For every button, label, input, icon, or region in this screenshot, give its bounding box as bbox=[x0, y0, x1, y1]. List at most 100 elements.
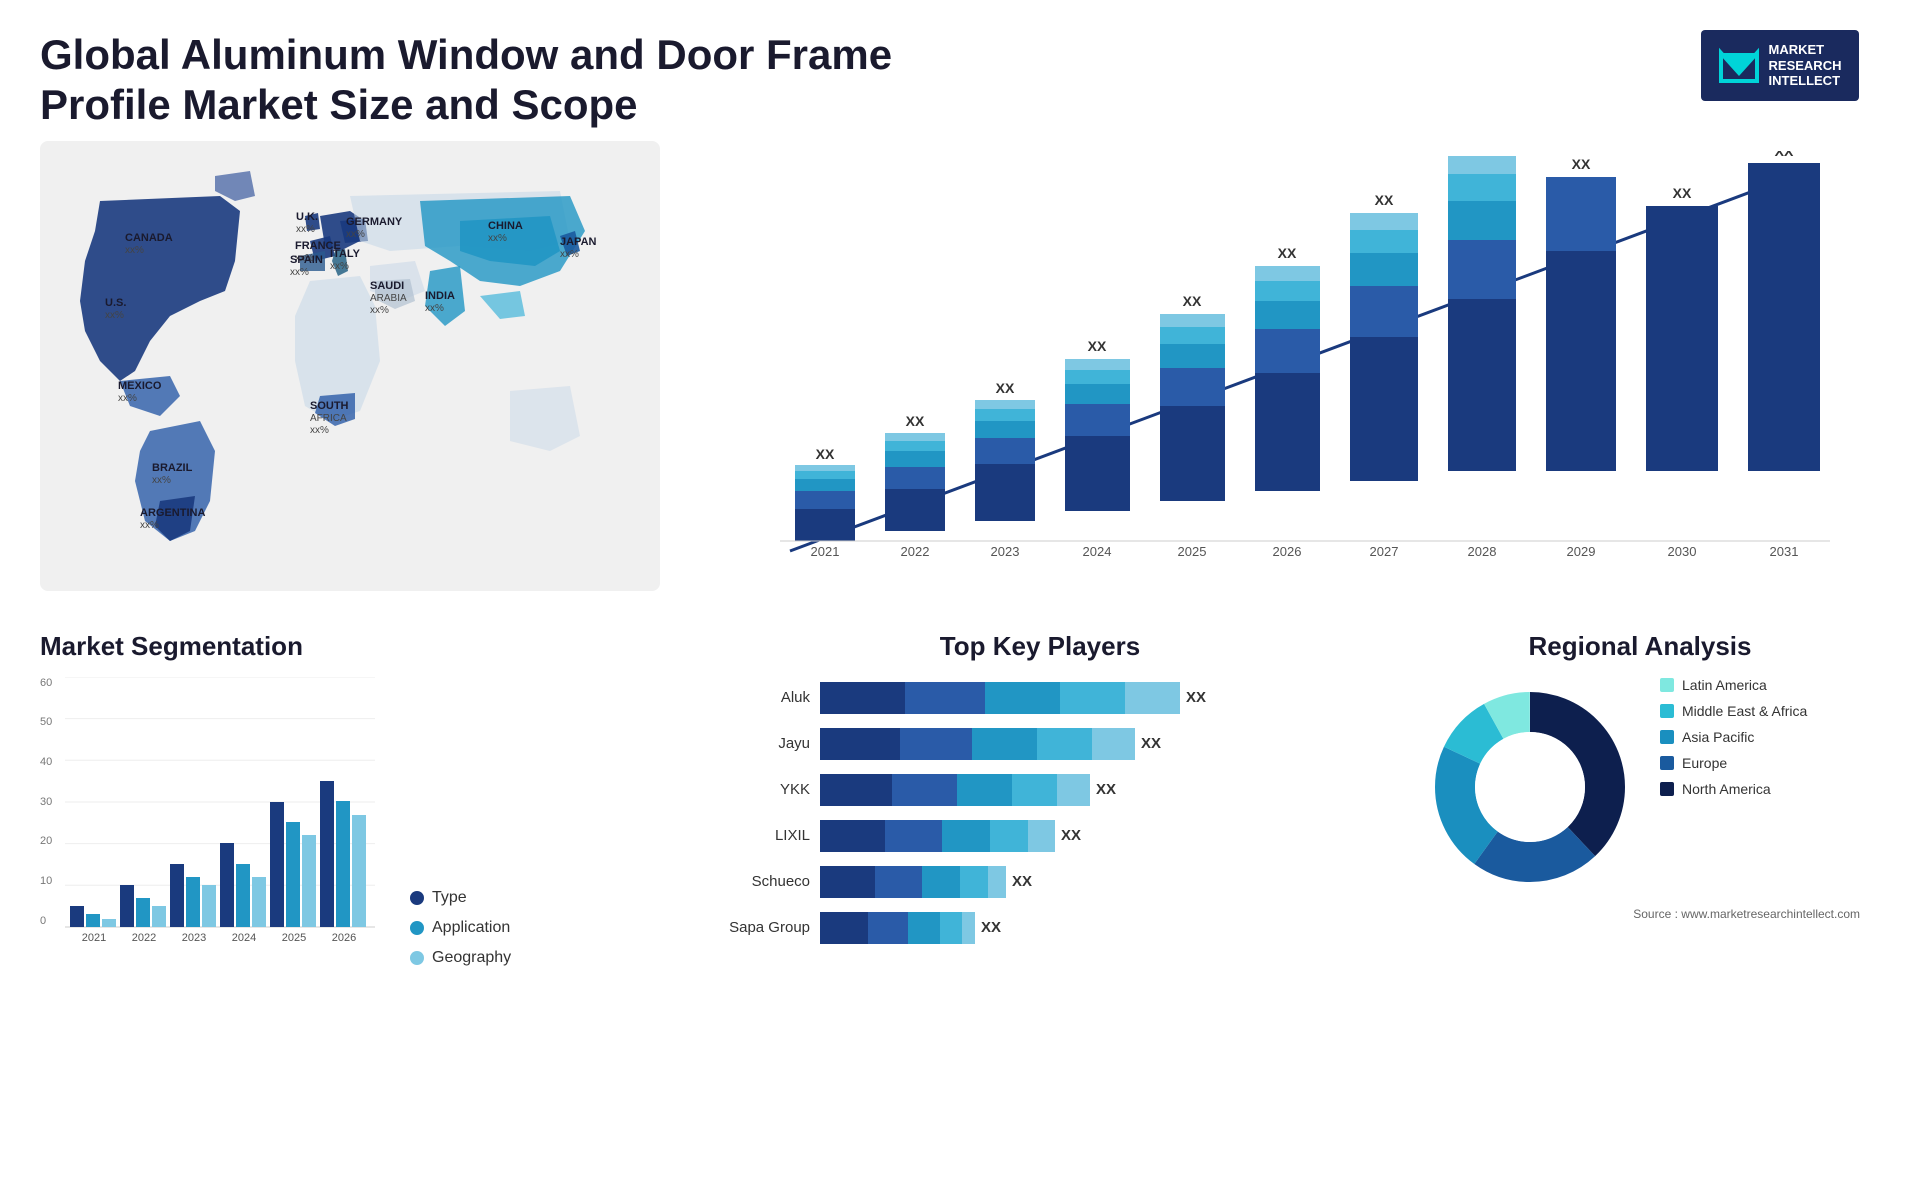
svg-text:xx%: xx% bbox=[560, 249, 579, 260]
svg-text:2022: 2022 bbox=[132, 932, 156, 944]
legend-asia-pacific: Asia Pacific bbox=[1660, 729, 1807, 745]
svg-text:ARABIA: ARABIA bbox=[370, 293, 407, 304]
svg-text:2025: 2025 bbox=[1178, 544, 1207, 559]
svg-text:xx%: xx% bbox=[310, 425, 329, 436]
svg-text:2031: 2031 bbox=[1770, 544, 1799, 559]
svg-text:SAUDI: SAUDI bbox=[370, 280, 404, 292]
segmentation-legend: Type Application Geography bbox=[400, 889, 511, 967]
legend-dot-application bbox=[410, 921, 424, 935]
svg-text:XX: XX bbox=[1278, 245, 1297, 261]
svg-text:XX: XX bbox=[1673, 185, 1692, 201]
svg-text:XX: XX bbox=[1775, 151, 1794, 159]
svg-text:XX: XX bbox=[906, 413, 925, 429]
svg-text:xx%: xx% bbox=[296, 224, 315, 235]
svg-text:JAPAN: JAPAN bbox=[560, 236, 597, 248]
svg-text:xx%: xx% bbox=[425, 303, 444, 314]
player-aluk: Aluk XX bbox=[710, 682, 1370, 714]
legend-latin-america: Latin America bbox=[1660, 677, 1807, 693]
svg-text:2026: 2026 bbox=[1273, 544, 1302, 559]
logo-box: MARKET RESEARCH INTELLECT bbox=[1701, 30, 1860, 101]
players-section: Top Key Players Aluk XX Jay bbox=[680, 621, 1400, 1181]
legend-dot-geography bbox=[410, 951, 424, 965]
legend-north-america: North America bbox=[1660, 781, 1807, 797]
svg-text:U.S.: U.S. bbox=[105, 297, 126, 309]
map-section: CANADA xx% U.S. xx% MEXICO xx% BRAZIL xx… bbox=[40, 141, 680, 621]
svg-text:xx%: xx% bbox=[152, 475, 171, 486]
svg-text:2029: 2029 bbox=[1567, 544, 1596, 559]
svg-text:2022: 2022 bbox=[901, 544, 930, 559]
seg-chart-area: 60 50 40 30 20 10 0 bbox=[40, 677, 660, 967]
svg-text:CANADA: CANADA bbox=[125, 232, 173, 244]
legend-europe: Europe bbox=[1660, 755, 1807, 771]
player-name-aluk: Aluk bbox=[710, 689, 810, 706]
player-name-jayu: Jayu bbox=[710, 735, 810, 752]
svg-text:2030: 2030 bbox=[1668, 544, 1697, 559]
regional-content: Latin America Middle East & Africa Asia … bbox=[1420, 677, 1860, 897]
legend-dot-type bbox=[410, 891, 424, 905]
svg-text:xx%: xx% bbox=[118, 393, 137, 404]
svg-text:ITALY: ITALY bbox=[330, 248, 361, 260]
bottom-section: Market Segmentation 60 50 40 30 20 10 0 bbox=[0, 621, 1920, 1181]
logo-text: MARKET RESEARCH INTELLECT bbox=[1769, 42, 1842, 89]
svg-text:INDIA: INDIA bbox=[425, 290, 455, 302]
svg-text:2021: 2021 bbox=[811, 544, 840, 559]
regional-section: Regional Analysis bbox=[1400, 621, 1880, 1181]
svg-text:2023: 2023 bbox=[991, 544, 1020, 559]
svg-text:2023: 2023 bbox=[182, 932, 206, 944]
donut-chart bbox=[1420, 677, 1640, 897]
svg-text:MEXICO: MEXICO bbox=[118, 380, 162, 392]
svg-text:xx%: xx% bbox=[290, 267, 309, 278]
players-title: Top Key Players bbox=[710, 631, 1370, 662]
player-jayu: Jayu XX bbox=[710, 728, 1370, 760]
player-name-lixil: LIXIL bbox=[710, 827, 810, 844]
svg-text:xx%: xx% bbox=[140, 520, 159, 531]
player-name-ykk: YKK bbox=[710, 781, 810, 798]
player-name-sapa: Sapa Group bbox=[710, 919, 810, 936]
svg-text:XX: XX bbox=[1088, 338, 1107, 354]
svg-text:XX: XX bbox=[996, 380, 1015, 396]
svg-text:GERMANY: GERMANY bbox=[346, 216, 403, 228]
svg-text:ARGENTINA: ARGENTINA bbox=[140, 507, 205, 519]
legend-geography: Geography bbox=[410, 949, 511, 967]
svg-text:AFRICA: AFRICA bbox=[310, 413, 347, 424]
svg-text:SPAIN: SPAIN bbox=[290, 254, 323, 266]
logo-icon bbox=[1719, 45, 1759, 85]
main-grid: CANADA xx% U.S. xx% MEXICO xx% BRAZIL xx… bbox=[0, 141, 1920, 621]
svg-text:2025: 2025 bbox=[282, 932, 306, 944]
svg-text:SOUTH: SOUTH bbox=[310, 400, 349, 412]
player-bar-aluk: XX bbox=[820, 682, 1206, 714]
players-list: Aluk XX Jayu bbox=[710, 682, 1370, 944]
svg-text:XX: XX bbox=[1473, 151, 1492, 154]
regional-title: Regional Analysis bbox=[1420, 631, 1860, 662]
svg-text:xx%: xx% bbox=[370, 305, 389, 316]
svg-text:U.K.: U.K. bbox=[296, 211, 318, 223]
svg-text:CHINA: CHINA bbox=[488, 220, 523, 232]
svg-text:2021: 2021 bbox=[82, 932, 106, 944]
page-header: Global Aluminum Window and Door Frame Pr… bbox=[0, 0, 1920, 141]
legend-middle-east: Middle East & Africa bbox=[1660, 703, 1807, 719]
world-map: CANADA xx% U.S. xx% MEXICO xx% BRAZIL xx… bbox=[40, 141, 660, 591]
svg-text:XX: XX bbox=[1572, 156, 1591, 172]
svg-text:XX: XX bbox=[816, 446, 835, 462]
page-title: Global Aluminum Window and Door Frame Pr… bbox=[40, 30, 940, 131]
svg-text:xx%: xx% bbox=[125, 245, 144, 256]
svg-text:XX: XX bbox=[1183, 293, 1202, 309]
player-ykk: YKK XX bbox=[710, 774, 1370, 806]
legend-application: Application bbox=[410, 919, 511, 937]
regional-legend: Latin America Middle East & Africa Asia … bbox=[1660, 677, 1807, 797]
bar-chart-section: XX 2021 XX 2022 XX 2023 XX 20 bbox=[680, 141, 1880, 621]
segmentation-section: Market Segmentation 60 50 40 30 20 10 0 bbox=[40, 621, 680, 1181]
svg-text:2024: 2024 bbox=[232, 932, 256, 944]
svg-text:xx%: xx% bbox=[488, 233, 507, 244]
segmentation-chart: 2021 2022 2023 2024 bbox=[65, 677, 375, 947]
svg-text:2026: 2026 bbox=[332, 932, 356, 944]
logo-area: MARKET RESEARCH INTELLECT bbox=[1680, 30, 1880, 101]
player-lixil: LIXIL XX bbox=[710, 820, 1370, 852]
svg-text:2024: 2024 bbox=[1083, 544, 1112, 559]
segmentation-title: Market Segmentation bbox=[40, 631, 660, 662]
legend-type: Type bbox=[410, 889, 511, 907]
bar-chart-svg: XX 2021 XX 2022 XX 2023 XX 20 bbox=[700, 151, 1860, 601]
player-schueco: Schueco XX bbox=[710, 866, 1370, 898]
svg-text:2028: 2028 bbox=[1468, 544, 1497, 559]
player-sapa: Sapa Group XX bbox=[710, 912, 1370, 944]
